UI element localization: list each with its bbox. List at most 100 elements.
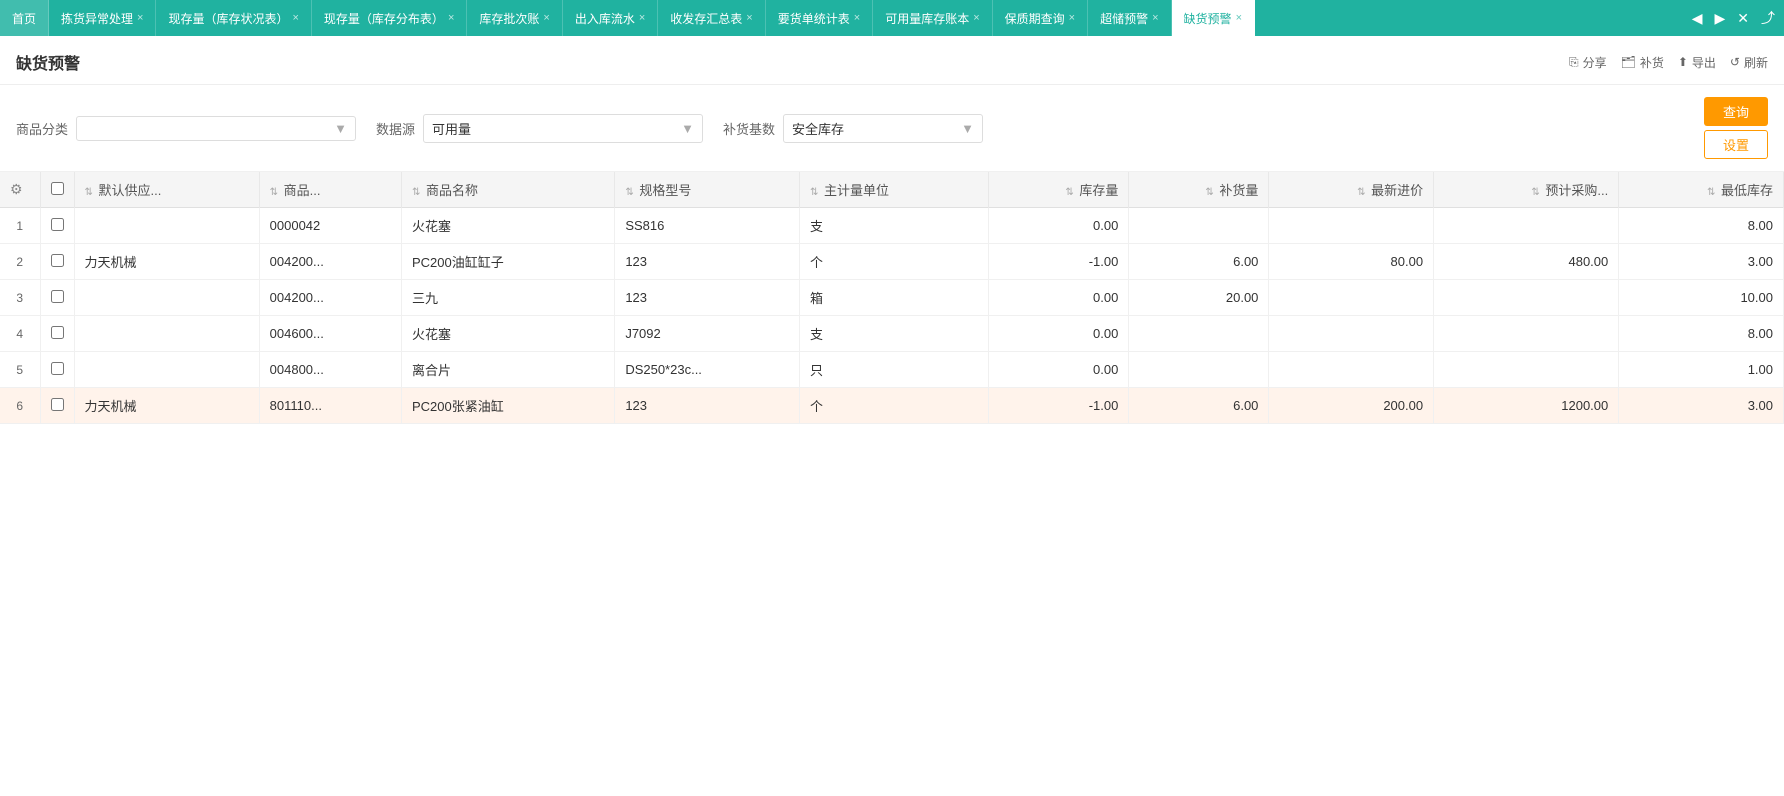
cell-row-checkbox[interactable] <box>40 316 74 352</box>
cell-row-checkbox[interactable] <box>40 280 74 316</box>
col-latest-price[interactable]: ⇅ 最新进价 <box>1269 172 1434 208</box>
tab-order-stats-close[interactable]: × <box>854 12 860 24</box>
col-default-supplier[interactable]: ⇅ 默认供应... <box>74 172 259 208</box>
tab-avail-ledger-close[interactable]: × <box>973 12 979 24</box>
tab-stock-status-close[interactable]: × <box>292 12 298 24</box>
category-select[interactable]: ▼ <box>76 116 356 141</box>
col-checkbox[interactable] <box>40 172 74 208</box>
nav-prev-button[interactable]: ◀ <box>1687 8 1708 29</box>
sort-icon-spec: ⇅ <box>625 187 633 198</box>
datasource-select[interactable]: 可用量 ▼ <box>423 114 703 143</box>
tab-order-stats-label: 要货单统计表 <box>778 10 850 27</box>
col-product-code[interactable]: ⇅ 商品... <box>259 172 401 208</box>
cell-spec: DS250*23c... <box>615 352 800 388</box>
cell-restock-qty <box>1129 352 1269 388</box>
tab-abnormal[interactable]: 拣货异常处理 × <box>49 0 156 36</box>
cell-spec: 123 <box>615 244 800 280</box>
col-product-name[interactable]: ⇅ 商品名称 <box>401 172 614 208</box>
col-est-purchase[interactable]: ⇅ 预计采购... <box>1434 172 1619 208</box>
tab-abnormal-close[interactable]: × <box>137 12 143 24</box>
sort-icon-restock: ⇅ <box>1205 187 1213 198</box>
tab-home[interactable]: 首页 <box>0 0 49 36</box>
tab-expiry[interactable]: 保质期查询 × <box>993 0 1088 36</box>
cell-row-checkbox[interactable] <box>40 352 74 388</box>
tab-avail-ledger[interactable]: 可用量库存账本 × <box>873 0 992 36</box>
table-row: 5 004800... 离合片 DS250*23c... 只 0.00 1.00 <box>0 352 1784 388</box>
table-container: ⚙ ⇅ 默认供应... ⇅ 商品... ⇅ 商品名称 <box>0 172 1784 424</box>
sort-icon-supplier: ⇅ <box>85 187 93 198</box>
tab-stock-dist-label: 现存量（库存分布表） <box>324 10 444 27</box>
settings-gear-icon[interactable]: ⚙ <box>10 181 23 197</box>
row-checkbox[interactable] <box>51 362 64 375</box>
cell-est-purchase: 480.00 <box>1434 244 1619 280</box>
export-button[interactable]: ⬆ 导出 <box>1678 54 1716 71</box>
cell-latest-price <box>1269 208 1434 244</box>
nav-close-button[interactable]: ✕ <box>1732 8 1754 29</box>
restock-basis-select[interactable]: 安全库存 ▼ <box>783 114 983 143</box>
cell-row-settings: 5 <box>0 352 40 388</box>
cell-row-checkbox[interactable] <box>40 388 74 424</box>
restock-icon: 🗂 <box>1621 55 1636 69</box>
cell-min-stock: 8.00 <box>1619 208 1784 244</box>
tab-order-stats[interactable]: 要货单统计表 × <box>766 0 873 36</box>
cell-restock-qty: 6.00 <box>1129 244 1269 280</box>
tab-recv-summary-close[interactable]: × <box>746 12 752 24</box>
col-min-stock[interactable]: ⇅ 最低库存 <box>1619 172 1784 208</box>
page-header: 缺货预警 ⎘ 分享 🗂 补货 ⬆ 导出 ↺ 刷新 <box>0 36 1784 85</box>
tab-stock-status[interactable]: 现存量（库存状况表） × <box>156 0 311 36</box>
cell-restock-qty <box>1129 208 1269 244</box>
tab-stock-dist-close[interactable]: × <box>448 12 454 24</box>
tab-shortage-close[interactable]: × <box>1236 12 1242 24</box>
col-unit[interactable]: ⇅ 主计量单位 <box>800 172 989 208</box>
sort-icon-code: ⇅ <box>270 187 278 198</box>
filter-actions: 查询 设置 <box>1704 97 1768 159</box>
nav-next-button[interactable]: ▶ <box>1709 8 1730 29</box>
tab-batch-account[interactable]: 库存批次账 × <box>467 0 562 36</box>
query-button[interactable]: 查询 <box>1704 97 1768 126</box>
share-button[interactable]: ⎘ 分享 <box>1569 54 1607 71</box>
col-restock-qty[interactable]: ⇅ 补货量 <box>1129 172 1269 208</box>
cell-est-purchase <box>1434 280 1619 316</box>
nav-expand-button[interactable]: ⤴ <box>1756 6 1780 30</box>
tab-shortage[interactable]: 缺货预警 × <box>1172 0 1255 36</box>
col-spec[interactable]: ⇅ 规格型号 <box>615 172 800 208</box>
nav-controls: ◀ ▶ ✕ ⤴ <box>1683 6 1784 30</box>
tab-inout-flow-close[interactable]: × <box>639 12 645 24</box>
row-checkbox[interactable] <box>51 254 64 267</box>
row-checkbox[interactable] <box>51 290 64 303</box>
tab-stock-dist[interactable]: 现存量（库存分布表） × <box>312 0 467 36</box>
cell-est-purchase <box>1434 208 1619 244</box>
cell-latest-price <box>1269 280 1434 316</box>
settings-button[interactable]: 设置 <box>1704 130 1768 159</box>
cell-row-checkbox[interactable] <box>40 208 74 244</box>
sort-icon-stock: ⇅ <box>1065 187 1073 198</box>
table-row: 1 0000042 火花塞 SS816 支 0.00 8.00 <box>0 208 1784 244</box>
cell-stock-qty: 0.00 <box>989 352 1129 388</box>
nav-tabs: 首页 拣货异常处理 × 现存量（库存状况表） × 现存量（库存分布表） × 库存… <box>0 0 1784 36</box>
restock-button[interactable]: 🗂 补货 <box>1621 54 1664 71</box>
row-checkbox[interactable] <box>51 326 64 339</box>
tab-overstock-close[interactable]: × <box>1152 12 1158 24</box>
row-checkbox[interactable] <box>51 398 64 411</box>
tab-recv-summary[interactable]: 收发存汇总表 × <box>658 0 765 36</box>
refresh-button[interactable]: ↺ 刷新 <box>1730 54 1768 71</box>
header-actions: ⎘ 分享 🗂 补货 ⬆ 导出 ↺ 刷新 <box>1569 54 1768 71</box>
data-table: ⚙ ⇅ 默认供应... ⇅ 商品... ⇅ 商品名称 <box>0 172 1784 424</box>
cell-min-stock: 8.00 <box>1619 316 1784 352</box>
col-settings[interactable]: ⚙ <box>0 172 40 208</box>
main-content: 缺货预警 ⎘ 分享 🗂 补货 ⬆ 导出 ↺ 刷新 商品分类 <box>0 36 1784 796</box>
cell-restock-qty <box>1129 316 1269 352</box>
tab-expiry-close[interactable]: × <box>1069 12 1075 24</box>
col-stock-qty[interactable]: ⇅ 库存量 <box>989 172 1129 208</box>
table-row: 4 004600... 火花塞 J7092 支 0.00 8.00 <box>0 316 1784 352</box>
cell-row-settings: 1 <box>0 208 40 244</box>
select-all-checkbox[interactable] <box>51 182 64 195</box>
tab-batch-account-close[interactable]: × <box>543 12 549 24</box>
cell-est-purchase: 1200.00 <box>1434 388 1619 424</box>
cell-row-checkbox[interactable] <box>40 244 74 280</box>
tab-inout-flow[interactable]: 出入库流水 × <box>563 0 658 36</box>
cell-unit: 支 <box>800 208 989 244</box>
cell-product-code: 0000042 <box>259 208 401 244</box>
row-checkbox[interactable] <box>51 218 64 231</box>
tab-overstock[interactable]: 超储预警 × <box>1088 0 1171 36</box>
